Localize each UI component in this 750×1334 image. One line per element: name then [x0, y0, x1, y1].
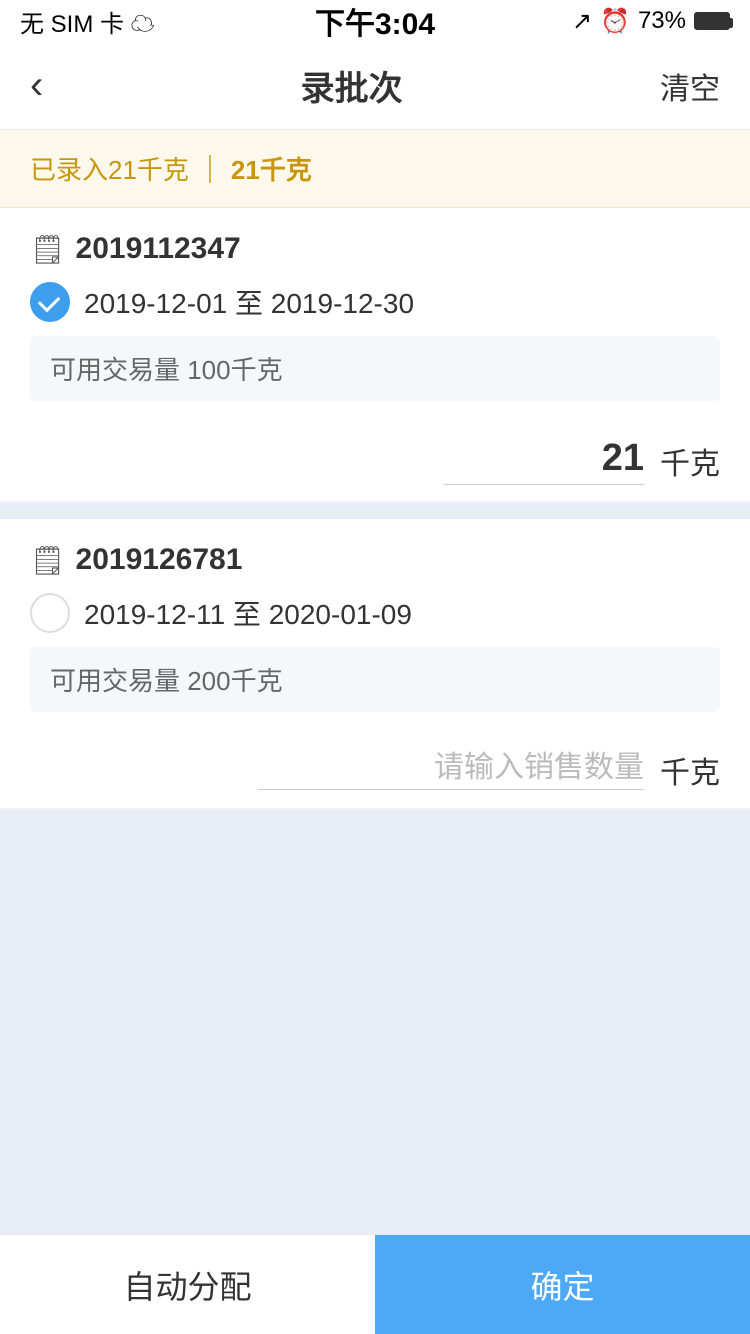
batch-1-unit: 千克 [660, 439, 720, 483]
status-right: ↗ ⏰ 73% [572, 7, 730, 36]
batch-2-input-row: 千克 [0, 732, 750, 808]
status-bar: 无 SIM 卡 ☁ 下午3:04 ↗ ⏰ 73% [0, 0, 750, 42]
batch-2-date-row: 2019-12-11 至 2020-01-09 [0, 587, 750, 647]
batch-1-amount-row: 21 千克 [0, 421, 750, 501]
batch-2-icon: 🗒 [30, 544, 66, 577]
batch-2-radio[interactable] [30, 593, 70, 633]
back-button[interactable]: ‹ [30, 63, 43, 108]
recorded-label: 已录入21千克 [30, 150, 189, 187]
auto-distribute-button[interactable]: 自动分配 [0, 1235, 375, 1334]
section-divider [0, 503, 750, 519]
batch-1-available: 可用交易量 100千克 [30, 336, 720, 401]
sim-label: 无 SIM 卡 ☁ [20, 4, 155, 39]
recorded-value: 21千克 [231, 150, 312, 187]
batch-2-available: 可用交易量 200千克 [30, 647, 720, 712]
batch-1-icon: 🗒 [30, 233, 66, 266]
battery-label: 73% [638, 7, 686, 35]
qty-input[interactable] [258, 751, 644, 790]
confirm-button[interactable]: 确定 [375, 1235, 750, 1334]
batch-1-radio[interactable] [30, 282, 70, 322]
location-icon: ↗ [572, 7, 592, 36]
alarm-icon: ⏰ [600, 7, 630, 36]
clear-button[interactable]: 清空 [660, 64, 720, 108]
batch-1-id: 2019112347 [76, 232, 241, 266]
bottom-bar: 自动分配 确定 [0, 1234, 750, 1334]
batch-card-1: 🗒 2019112347 2019-12-01 至 2019-12-30 可用交… [0, 208, 750, 501]
batch-2-date: 2019-12-11 至 2020-01-09 [84, 593, 412, 633]
batch-1-date-row: 2019-12-01 至 2019-12-30 [0, 276, 750, 336]
info-divider [209, 155, 211, 183]
battery-icon [694, 12, 730, 30]
gray-area [0, 810, 750, 1234]
batch-card-2: 🗒 2019126781 2019-12-11 至 2020-01-09 可用交… [0, 519, 750, 808]
batch-1-date: 2019-12-01 至 2019-12-30 [84, 282, 414, 322]
nav-bar: ‹ 录批次 清空 [0, 42, 750, 130]
batch-1-amount-container: 21 [444, 437, 644, 485]
info-banner: 已录入21千克 21千克 [0, 130, 750, 208]
status-time: 下午3:04 [315, 0, 435, 43]
page-title: 录批次 [301, 61, 403, 110]
batch-2-id: 2019126781 [76, 543, 243, 577]
batch-1-header: 🗒 2019112347 [0, 208, 750, 276]
batch-1-amount: 21 [602, 437, 644, 479]
batch-2-unit: 千克 [660, 748, 720, 792]
batch-2-header: 🗒 2019126781 [0, 519, 750, 587]
status-left: 无 SIM 卡 ☁ [20, 4, 155, 39]
